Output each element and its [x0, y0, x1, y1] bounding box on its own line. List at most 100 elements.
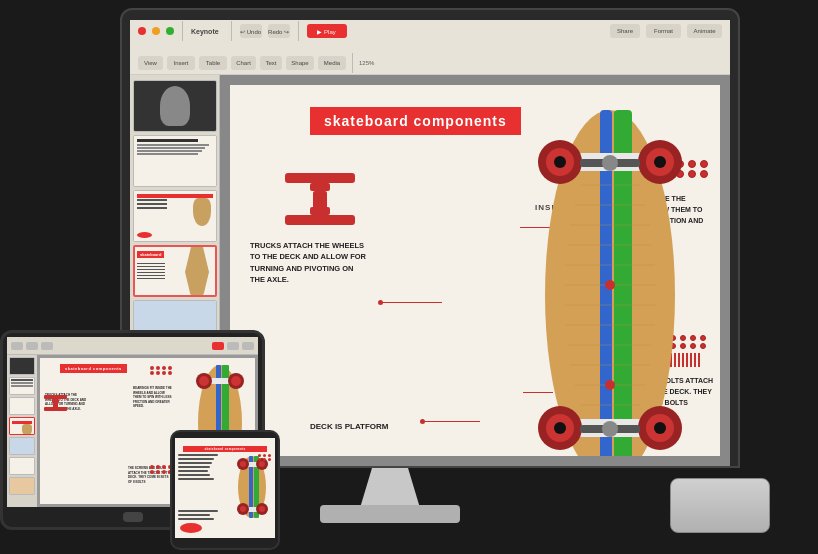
- svg-point-47: [231, 376, 241, 386]
- tablet-bearing-text: BEARINGS FIT INSIDE THE WHEELS AND ALLOW…: [133, 386, 173, 409]
- tablet-btn-1[interactable]: [11, 342, 23, 350]
- media-btn[interactable]: Media: [318, 56, 346, 70]
- svg-point-16: [602, 155, 618, 171]
- phone-title-text: skateboard components: [205, 447, 246, 451]
- svg-point-20: [554, 422, 566, 434]
- view-btn[interactable]: View: [138, 56, 163, 70]
- monitor-stand: [360, 468, 420, 508]
- slide-thumb-4-active[interactable]: skateboard: [133, 245, 217, 297]
- insert-btn[interactable]: Insert: [167, 56, 195, 70]
- share-btn[interactable]: Share: [610, 24, 640, 38]
- phone-line-4: [178, 466, 210, 468]
- phone-trucks-text: [178, 454, 218, 482]
- phone-line-5: [178, 470, 208, 472]
- svg-point-62: [240, 461, 246, 467]
- keynote-toolbar: Keynote ↩ Undo Redo ↪ ▶ Play Share Forma…: [130, 20, 730, 75]
- toolbar-separator-1: [182, 21, 183, 41]
- phone-bearing-dots: [258, 454, 272, 461]
- tablet-thumb-3[interactable]: [9, 397, 35, 415]
- toolbar-sep-4: [352, 53, 353, 73]
- phone-bottom-line-1: [178, 510, 218, 512]
- svg-rect-1: [310, 183, 330, 191]
- app-name-label: Keynote: [191, 28, 219, 35]
- tablet-btn-6[interactable]: [242, 342, 254, 350]
- shape-btn[interactable]: Shape: [286, 56, 314, 70]
- skateboard-illustration: [480, 85, 720, 456]
- toolbar-minimize[interactable]: [152, 27, 160, 35]
- phone-line-3: [178, 462, 212, 464]
- tablet-bearing-dots: [150, 366, 173, 375]
- text-btn[interactable]: Text: [260, 56, 282, 70]
- phone-line-7: [178, 478, 214, 480]
- tablet-home-button[interactable]: [123, 512, 143, 522]
- phone-line-1: [178, 454, 218, 456]
- svg-rect-53: [44, 395, 67, 399]
- toolbar-maximize[interactable]: [166, 27, 174, 35]
- svg-point-38: [605, 280, 615, 290]
- toolbar-close[interactable]: [138, 27, 146, 35]
- trucks-connector-line: [382, 302, 442, 303]
- chart-btn[interactable]: Chart: [231, 56, 256, 70]
- phone-red-oval: [180, 523, 202, 533]
- slide-thumb-bg-4: skateboard: [135, 247, 215, 295]
- svg-point-64: [259, 461, 265, 467]
- format-btn[interactable]: Format: [646, 24, 681, 38]
- phone-bottom-line-3: [178, 518, 214, 520]
- phone-bottom-text: [178, 510, 218, 522]
- tablet-slide-title: skateboard components: [60, 364, 127, 373]
- phone-slide-content: skateboard components: [175, 438, 275, 538]
- slide-title-text: skateboard components: [324, 113, 507, 129]
- tablet-thumb-6[interactable]: [9, 457, 35, 475]
- tablet-trucks-shape: [43, 393, 68, 413]
- slide-canvas[interactable]: skateboard components: [230, 85, 720, 456]
- deck-connector-line: [425, 421, 480, 422]
- slide-title-banner: skateboard components: [310, 107, 521, 135]
- slide-thumb-3[interactable]: [133, 190, 217, 242]
- phone: skateboard components: [170, 430, 280, 550]
- tablet-btn-4[interactable]: [212, 342, 224, 350]
- tablet-toolbar: [7, 337, 258, 355]
- mac-mini: [670, 478, 770, 533]
- svg-rect-2: [313, 191, 327, 209]
- tablet-btn-2[interactable]: [26, 342, 38, 350]
- svg-point-23: [654, 422, 666, 434]
- redo-btn[interactable]: Redo ↪: [268, 24, 290, 38]
- svg-point-67: [240, 506, 246, 512]
- table-btn[interactable]: Table: [199, 56, 227, 70]
- phone-screen: skateboard components: [175, 438, 275, 538]
- tablet-btn-3[interactable]: [41, 342, 53, 350]
- deck-description: DECK IS PLATFORM: [310, 422, 389, 431]
- svg-rect-54: [52, 399, 59, 403]
- svg-rect-3: [285, 215, 355, 225]
- tablet-thumb-panel: [7, 355, 37, 507]
- svg-point-39: [605, 380, 615, 390]
- svg-point-11: [554, 156, 566, 168]
- tablet-thumb-1[interactable]: [9, 357, 35, 375]
- slide-thumb-2[interactable]: [133, 135, 217, 187]
- tablet-thumb-5[interactable]: [9, 437, 35, 455]
- tablet-thumb-4-sk: [22, 424, 32, 435]
- phone-bottom-line-2: [178, 514, 210, 516]
- monitor-base: [320, 505, 460, 523]
- phone-line-6: [178, 474, 210, 476]
- slide-thumb-bg-2: [134, 136, 216, 186]
- phone-skateboard-mini: [230, 452, 275, 522]
- svg-rect-56: [44, 407, 67, 411]
- tablet-thumb-2[interactable]: [9, 377, 35, 395]
- trucks-diagram: [280, 165, 360, 235]
- main-slide-area: skateboard components: [220, 75, 730, 466]
- toolbar-separator-3: [298, 21, 299, 41]
- phone-line-2: [178, 458, 214, 460]
- undo-btn[interactable]: ↩ Undo: [240, 24, 262, 38]
- tablet-thumb-4-active[interactable]: [9, 417, 35, 435]
- trucks-description: TRUCKS ATTACH THE WHEELS TO THE DECK AND…: [250, 240, 370, 285]
- tablet-btn-5[interactable]: [227, 342, 239, 350]
- play-btn[interactable]: ▶ Play: [307, 24, 347, 38]
- svg-rect-4: [310, 207, 330, 215]
- svg-rect-0: [285, 173, 355, 183]
- slide-thumb-bg-1: [134, 81, 216, 131]
- svg-point-69: [259, 506, 265, 512]
- slide-thumb-1[interactable]: [133, 80, 217, 132]
- animate-btn[interactable]: Animate: [687, 24, 722, 38]
- tablet-thumb-7[interactable]: [9, 477, 35, 495]
